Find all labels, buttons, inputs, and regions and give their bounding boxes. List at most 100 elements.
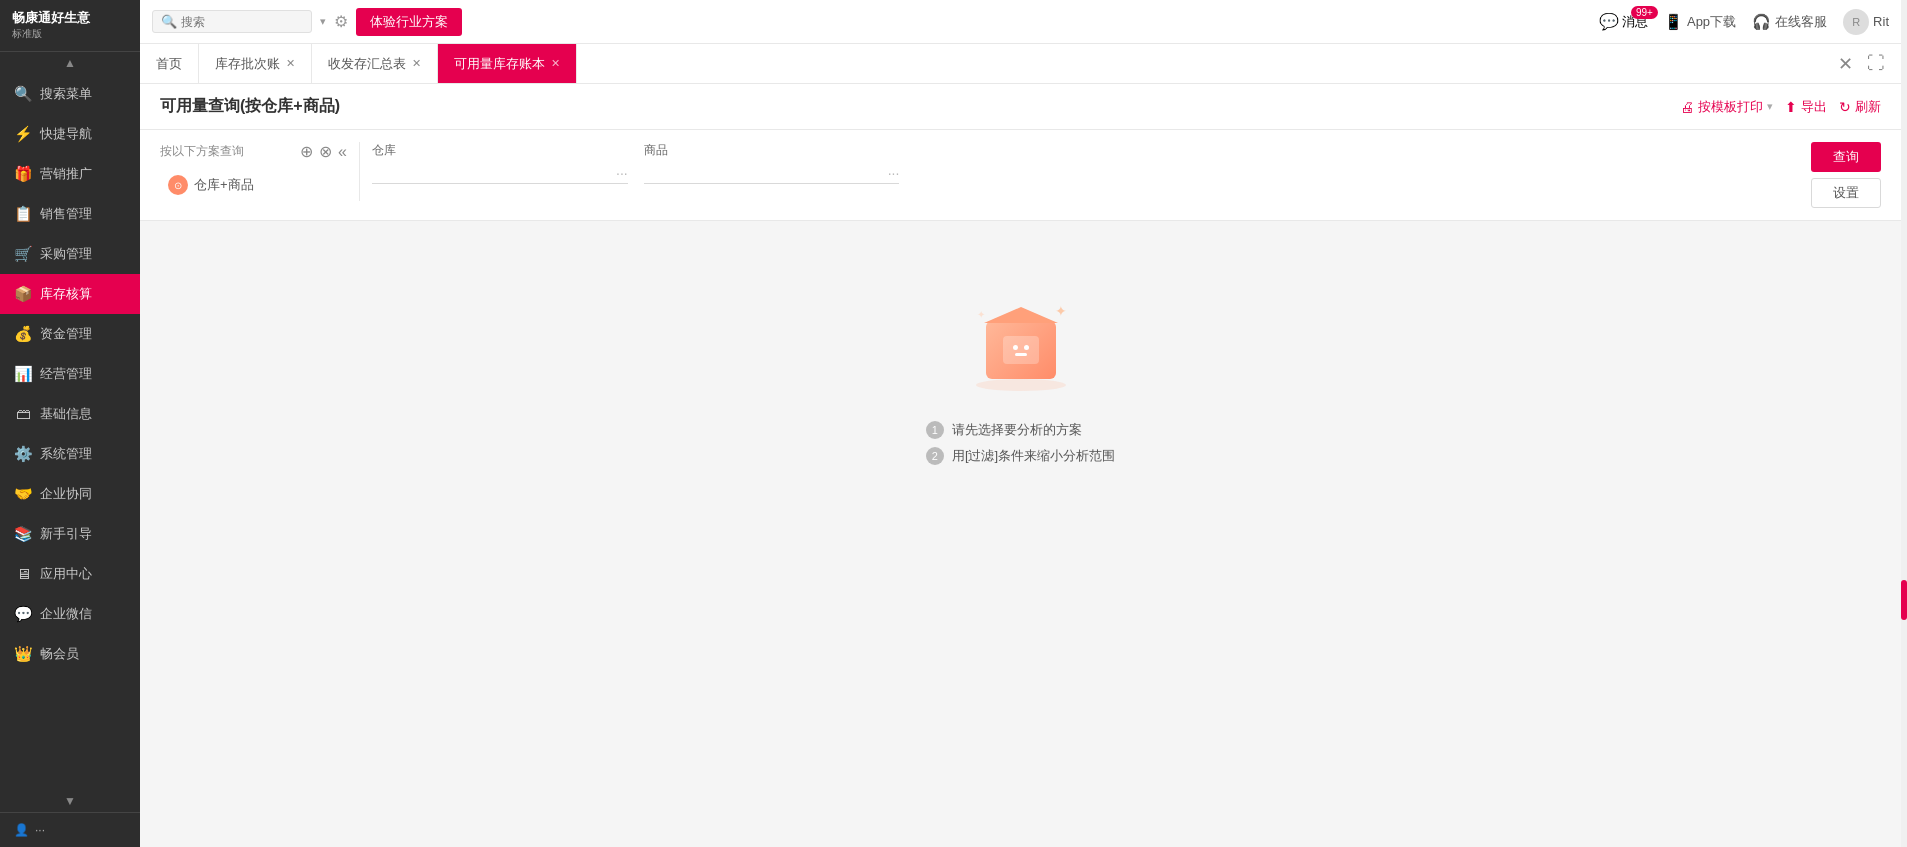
search-input[interactable] — [181, 15, 281, 29]
gear-icon[interactable]: ⚙ — [334, 12, 348, 31]
tab-receive-summary[interactable]: 收发存汇总表 ✕ — [312, 44, 438, 83]
print-label: 按模板打印 — [1698, 98, 1763, 116]
sidebar-item-member[interactable]: 👑 畅会员 — [0, 634, 140, 674]
filter-fields: 仓库 ··· 商品 ··· — [372, 142, 1799, 184]
query-btn[interactable]: 查询 — [1811, 142, 1881, 172]
sidebar-item-inventory[interactable]: 📦 库存核算 — [0, 274, 140, 314]
tab-batch-account-label: 库存批次账 — [215, 55, 280, 73]
app-center-icon: 🖥 — [14, 565, 32, 582]
sidebar-item-sales[interactable]: 📋 销售管理 — [0, 194, 140, 234]
enterprise-wx-icon: 💬 — [14, 605, 32, 623]
empty-hint-1: 1 请先选择要分析的方案 — [926, 421, 1115, 439]
settings-scheme-icon[interactable]: ⊗ — [319, 142, 332, 161]
user-icon: 👤 — [14, 823, 29, 837]
filter-field-warehouse: 仓库 ··· — [372, 142, 628, 184]
sidebar-item-label: 应用中心 — [40, 565, 92, 583]
add-scheme-icon[interactable]: ⊕ — [300, 142, 313, 161]
dropdown-icon[interactable]: ▾ — [320, 15, 326, 28]
sidebar: 畅康通好生意 标准版 ▲ 🔍 搜索菜单 ⚡ 快捷导航 🎁 营销推广 📋 销售管理… — [0, 0, 140, 847]
inventory-icon: 📦 — [14, 285, 32, 303]
sidebar-item-newbie[interactable]: 📚 新手引导 — [0, 514, 140, 554]
sidebar-item-system[interactable]: ⚙️ 系统管理 — [0, 434, 140, 474]
sidebar-item-operations[interactable]: 📊 经营管理 — [0, 354, 140, 394]
scroll-down-btn[interactable]: ▼ — [0, 790, 140, 812]
tab-maximize-btn[interactable]: ⛶ — [1863, 49, 1889, 78]
tab-close-available-ledger[interactable]: ✕ — [551, 57, 560, 70]
user-menu-btn[interactable]: R Rit — [1843, 9, 1889, 35]
tab-available-ledger[interactable]: 可用量库存账本 ✕ — [438, 44, 577, 83]
warehouse-field-input: ··· — [372, 163, 628, 184]
hint-text-1: 请先选择要分析的方案 — [952, 421, 1082, 439]
export-btn[interactable]: ⬆ 导出 — [1785, 98, 1827, 116]
sales-icon: 📋 — [14, 205, 32, 223]
headset-icon: 🎧 — [1752, 13, 1771, 31]
sidebar-item-purchase[interactable]: 🛒 采购管理 — [0, 234, 140, 274]
sidebar-item-finance[interactable]: 💰 资金管理 — [0, 314, 140, 354]
print-btn[interactable]: 🖨 按模板打印 ▾ — [1680, 98, 1773, 116]
sidebar-item-label: 经营管理 — [40, 365, 92, 383]
sidebar-item-shortcut[interactable]: ⚡ 快捷导航 — [0, 114, 140, 154]
refresh-btn[interactable]: ↻ 刷新 — [1839, 98, 1881, 116]
scheme-warehouse-icon: ⊙ — [168, 175, 188, 195]
print-dropdown-icon[interactable]: ▾ — [1767, 100, 1773, 113]
sidebar-footer-user[interactable]: 👤 ··· — [0, 812, 140, 847]
app-label: App下载 — [1687, 13, 1736, 31]
settings-btn[interactable]: 设置 — [1811, 178, 1881, 208]
sidebar-item-app-center[interactable]: 🖥 应用中心 — [0, 554, 140, 594]
newbie-icon: 📚 — [14, 525, 32, 543]
page-content: 可用量查询(按仓库+商品) 🖨 按模板打印 ▾ ⬆ 导出 ↻ 刷新 — [140, 84, 1901, 847]
topbar-search[interactable]: 🔍 — [152, 10, 312, 33]
sidebar-item-label: 快捷导航 — [40, 125, 92, 143]
topbar: 🔍 ▾ ⚙ 体验行业方案 💬 消息 99+ 📱 App下载 🎧 在线客服 R R… — [140, 0, 1901, 44]
page-title-actions: 🖨 按模板打印 ▾ ⬆ 导出 ↻ 刷新 — [1680, 98, 1881, 116]
sidebar-item-search[interactable]: 🔍 搜索菜单 — [0, 74, 140, 114]
page-title-bar: 可用量查询(按仓库+商品) 🖨 按模板打印 ▾ ⬆ 导出 ↻ 刷新 — [140, 84, 1901, 130]
topbar-search-icon: 🔍 — [161, 14, 177, 29]
tab-close-all-btn[interactable]: ✕ — [1834, 49, 1857, 79]
scheme-item-warehouse-product[interactable]: ⊙ 仓库+商品 — [160, 169, 347, 201]
warehouse-input[interactable] — [372, 166, 612, 181]
user-name: Rit — [1873, 14, 1889, 29]
industry-btn[interactable]: 体验行业方案 — [356, 8, 462, 36]
operations-icon: 📊 — [14, 365, 32, 383]
hint-text-2: 用[过滤]条件来缩小分析范围 — [952, 447, 1115, 465]
sidebar-item-marketing[interactable]: 🎁 营销推广 — [0, 154, 140, 194]
filter-buttons: 查询 设置 — [1811, 142, 1881, 208]
service-label: 在线客服 — [1775, 13, 1827, 31]
shortcut-icon: ⚡ — [14, 125, 32, 143]
empty-state: ✦ ✦ 1 请先选择要分析的方案 2 用[过滤]条件来缩小分析范围 — [140, 221, 1901, 525]
warehouse-field-label: 仓库 — [372, 142, 628, 159]
sidebar-item-enterprise-wx[interactable]: 💬 企业微信 — [0, 594, 140, 634]
tab-close-receive-summary[interactable]: ✕ — [412, 57, 421, 70]
collapse-panel-icon[interactable]: « — [338, 143, 347, 161]
sidebar-item-basic-info[interactable]: 🗃 基础信息 — [0, 394, 140, 434]
warehouse-dots-icon[interactable]: ··· — [616, 165, 628, 181]
filter-scheme-header: 按以下方案查询 ⊕ ⊗ « — [160, 142, 347, 161]
msg-badge: 99+ — [1631, 6, 1658, 19]
sidebar-user-label: ··· — [35, 823, 45, 837]
marketing-icon: 🎁 — [14, 165, 32, 183]
online-service-btn[interactable]: 🎧 在线客服 — [1752, 13, 1827, 31]
tab-batch-account[interactable]: 库存批次账 ✕ — [199, 44, 312, 83]
export-label: 导出 — [1801, 98, 1827, 116]
hint-num-1: 1 — [926, 421, 944, 439]
sidebar-item-label: 系统管理 — [40, 445, 92, 463]
basic-info-icon: 🗃 — [14, 405, 32, 422]
tab-close-batch-account[interactable]: ✕ — [286, 57, 295, 70]
app-download-btn[interactable]: 📱 App下载 — [1664, 13, 1736, 31]
product-dots-icon[interactable]: ··· — [888, 165, 900, 181]
brand-name: 畅康通好生意 — [12, 10, 128, 27]
sidebar-item-label: 营销推广 — [40, 165, 92, 183]
scheme-item-label: 仓库+商品 — [194, 176, 254, 194]
right-scrollbar[interactable] — [1901, 0, 1907, 847]
sidebar-item-enterprise[interactable]: 🤝 企业协同 — [0, 474, 140, 514]
tab-home[interactable]: 首页 — [140, 44, 199, 83]
scroll-up-btn[interactable]: ▲ — [0, 52, 140, 74]
finance-icon: 💰 — [14, 325, 32, 343]
sidebar-item-label: 基础信息 — [40, 405, 92, 423]
product-input[interactable] — [644, 166, 884, 181]
msg-btn[interactable]: 💬 消息 99+ — [1599, 12, 1648, 31]
sidebar-item-label: 采购管理 — [40, 245, 92, 263]
product-field-label: 商品 — [644, 142, 900, 159]
product-field-input: ··· — [644, 163, 900, 184]
